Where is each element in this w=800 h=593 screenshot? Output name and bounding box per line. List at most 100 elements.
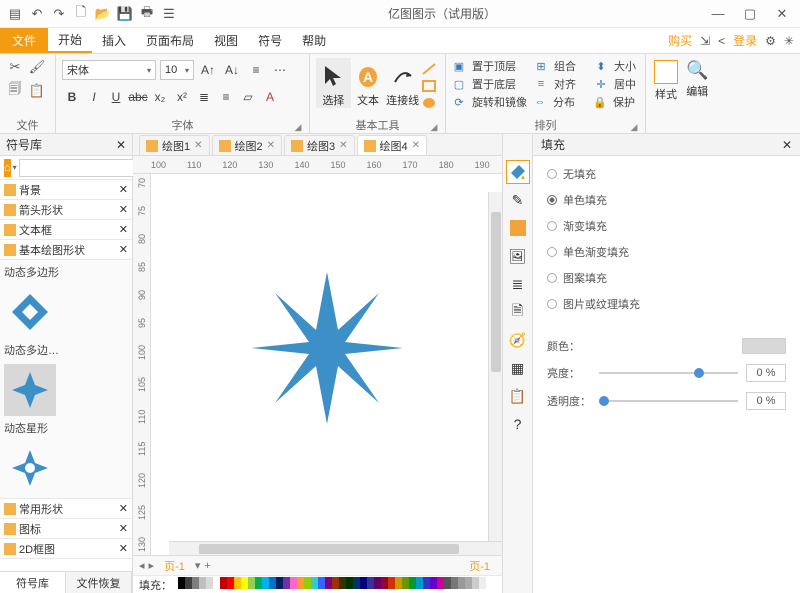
- star-shape[interactable]: [247, 268, 407, 428]
- more-icon[interactable]: ☰: [160, 5, 178, 23]
- color-swatch[interactable]: [388, 577, 395, 589]
- color-swatch[interactable]: [437, 577, 444, 589]
- open-icon[interactable]: 📂: [94, 5, 112, 23]
- strike-button[interactable]: abc: [128, 87, 148, 107]
- color-swatch[interactable]: [318, 577, 325, 589]
- minimize-icon[interactable]: —: [706, 6, 730, 22]
- cat-2dbox[interactable]: 2D框图✕: [0, 539, 132, 559]
- color-swatch[interactable]: [430, 577, 437, 589]
- color-swatch[interactable]: [409, 577, 416, 589]
- doc-tab-4[interactable]: 绘图4✕: [357, 135, 428, 155]
- italic-button[interactable]: I: [84, 87, 104, 107]
- shape-gallery[interactable]: [420, 58, 439, 110]
- footer-tab-recovery[interactable]: 文件恢复: [66, 572, 132, 593]
- tab-file[interactable]: 文件: [0, 28, 48, 53]
- prev-page-icon[interactable]: ◂: [139, 559, 145, 572]
- close-icon[interactable]: ✕: [412, 140, 420, 151]
- highlight-icon[interactable]: ▱: [238, 87, 258, 107]
- close-icon[interactable]: ✕: [119, 243, 128, 256]
- footer-tab-library[interactable]: 符号库: [0, 572, 66, 593]
- linespacing-icon[interactable]: ≣: [194, 87, 214, 107]
- paste-icon[interactable]: 📋: [28, 82, 46, 100]
- align-icon[interactable]: ≡: [534, 77, 548, 91]
- color-swatch[interactable]: [325, 577, 332, 589]
- color-swatch[interactable]: [269, 577, 276, 589]
- tab-symbol[interactable]: 符号: [248, 28, 292, 53]
- dialog-launcher-icon[interactable]: ◢: [429, 122, 439, 132]
- close-icon[interactable]: ✕: [119, 223, 128, 236]
- connector-tool[interactable]: 连接线: [385, 58, 420, 108]
- color-swatch[interactable]: [472, 577, 479, 589]
- group-icon[interactable]: ⊞: [534, 59, 548, 73]
- chevron-down-icon[interactable]: ▾: [13, 163, 17, 172]
- color-swatch[interactable]: [220, 577, 227, 589]
- doc-tab-3[interactable]: 绘图3✕: [284, 135, 355, 155]
- color-swatch[interactable]: [367, 577, 374, 589]
- font-color-icon[interactable]: A: [260, 87, 280, 107]
- close-icon[interactable]: ✕: [194, 140, 202, 151]
- color-swatch[interactable]: [255, 577, 262, 589]
- print-icon[interactable]: 🖶: [138, 5, 156, 23]
- color-swatch[interactable]: [262, 577, 269, 589]
- rotate-icon[interactable]: ⟳: [452, 95, 466, 109]
- scrollbar-vertical[interactable]: [488, 192, 502, 541]
- scrollbar-horizontal[interactable]: [169, 541, 502, 555]
- cat-common[interactable]: 常用形状✕: [0, 499, 132, 519]
- cut-icon[interactable]: ✂: [6, 58, 24, 76]
- close-icon[interactable]: ✕: [119, 542, 128, 555]
- fill-option-pattern[interactable]: 图案填充: [547, 270, 786, 286]
- color-swatch[interactable]: [248, 577, 255, 589]
- color-swatch[interactable]: [178, 577, 185, 589]
- color-panel-icon[interactable]: [506, 216, 530, 240]
- shape-4star[interactable]: [4, 364, 56, 416]
- shape-diamond[interactable]: [4, 286, 56, 338]
- clipboard-panel-icon[interactable]: 📋: [506, 384, 530, 408]
- settings-icon[interactable]: ⚙: [765, 34, 776, 48]
- color-swatch[interactable]: [423, 577, 430, 589]
- scroll-thumb[interactable]: [491, 212, 501, 372]
- color-swatch[interactable]: [311, 577, 318, 589]
- bullet-list-icon[interactable]: ≡: [246, 60, 266, 80]
- page-menu-icon[interactable]: ▾: [195, 559, 201, 572]
- color-swatch[interactable]: [374, 577, 381, 589]
- fill-option-solid[interactable]: 单色填充: [547, 192, 786, 208]
- color-swatch[interactable]: [346, 577, 353, 589]
- fill-option-none[interactable]: 无填充: [547, 166, 786, 182]
- rect-shape-icon[interactable]: [421, 79, 437, 93]
- text-tool[interactable]: A 文本: [351, 58, 386, 108]
- close-icon[interactable]: ✕: [267, 140, 275, 151]
- color-swatch[interactable]: [297, 577, 304, 589]
- style-button[interactable]: 样式: [654, 60, 678, 102]
- tab-insert[interactable]: 插入: [92, 28, 136, 53]
- share-icon[interactable]: <: [718, 34, 725, 48]
- tab-view[interactable]: 视图: [204, 28, 248, 53]
- save-icon[interactable]: 💾: [116, 5, 134, 23]
- home-icon[interactable]: ⌂: [4, 159, 11, 177]
- color-swatch[interactable]: [381, 577, 388, 589]
- page-panel-icon[interactable]: 🗎: [506, 300, 530, 324]
- color-swatch[interactable]: [402, 577, 409, 589]
- color-swatch[interactable]: [206, 577, 213, 589]
- color-swatch[interactable]: [213, 577, 220, 589]
- close-icon[interactable]: ✕: [782, 138, 792, 152]
- export-icon[interactable]: ⇲: [700, 34, 710, 48]
- opacity-slider[interactable]: [599, 394, 738, 408]
- new-icon[interactable]: 🗋: [72, 5, 90, 23]
- close-icon[interactable]: ✕: [770, 6, 794, 22]
- tab-help[interactable]: 帮助: [292, 28, 336, 53]
- color-swatch[interactable]: [304, 577, 311, 589]
- subscript-button[interactable]: x₂: [150, 87, 170, 107]
- align-left-icon[interactable]: ≡: [216, 87, 236, 107]
- font-size-select[interactable]: 10▾: [160, 60, 194, 80]
- close-icon[interactable]: ✕: [116, 138, 126, 152]
- increase-font-icon[interactable]: A↑: [198, 60, 218, 80]
- tab-layout[interactable]: 页面布局: [136, 28, 204, 53]
- size-icon[interactable]: ⬍: [594, 59, 608, 73]
- layers-panel-icon[interactable]: ≣: [506, 272, 530, 296]
- close-icon[interactable]: ✕: [119, 522, 128, 535]
- cat-background[interactable]: 背景✕: [0, 180, 132, 200]
- color-swatch[interactable]: [360, 577, 367, 589]
- close-icon[interactable]: ✕: [119, 203, 128, 216]
- buy-link[interactable]: 购买: [668, 32, 692, 49]
- cat-basic-shapes[interactable]: 基本绘图形状✕: [0, 240, 132, 260]
